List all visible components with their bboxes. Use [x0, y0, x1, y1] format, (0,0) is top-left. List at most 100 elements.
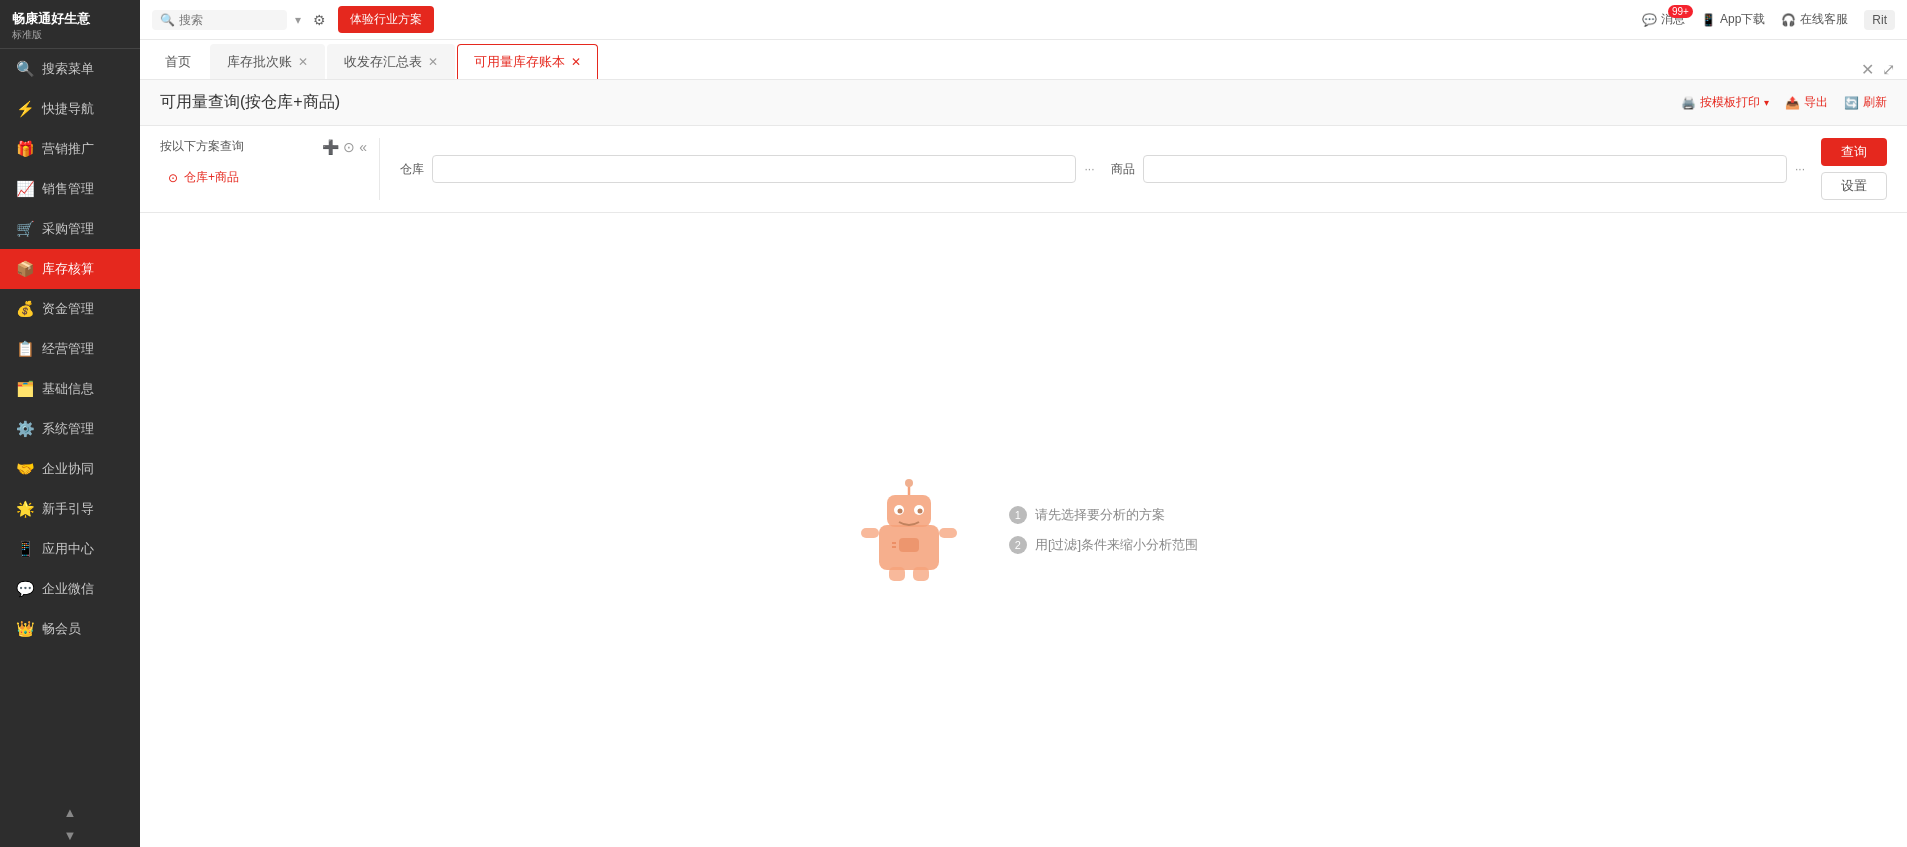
setting-button[interactable]: 设置	[1821, 172, 1887, 200]
user-name: Rit	[1872, 13, 1887, 27]
query-button[interactable]: 查询	[1821, 138, 1887, 166]
tab-batch[interactable]: 库存批次账 ✕	[210, 44, 325, 79]
handshake-icon: 🤝	[16, 460, 34, 478]
sidebar-item-system[interactable]: ⚙️ 系统管理	[0, 409, 140, 449]
export-label: 导出	[1804, 94, 1828, 111]
topbar-search-box[interactable]: 🔍	[152, 10, 287, 30]
crown-icon: 👑	[16, 620, 34, 638]
tab-available[interactable]: 可用量库存账本 ✕	[457, 44, 598, 79]
empty-tip-2: 2 用[过滤]条件来缩小分析范围	[1009, 536, 1198, 554]
message-button[interactable]: 💬 消息 99+	[1642, 11, 1685, 28]
dropdown-chevron-icon[interactable]: ▾	[295, 13, 301, 27]
sidebar-item-purchase[interactable]: 🛒 采购管理	[0, 209, 140, 249]
main-content: 🔍 ▾ ⚙ 体验行业方案 💬 消息 99+ 📱 App下载 🎧 在线客服 Rit	[140, 0, 1907, 847]
print-dropdown-icon[interactable]: ▾	[1764, 97, 1769, 108]
refresh-label: 刷新	[1863, 94, 1887, 111]
refresh-icon: 🔄	[1844, 96, 1859, 110]
tab-batch-close-icon[interactable]: ✕	[298, 55, 308, 69]
add-scheme-icon[interactable]: ➕	[322, 139, 339, 155]
topbar: 🔍 ▾ ⚙ 体验行业方案 💬 消息 99+ 📱 App下载 🎧 在线客服 Rit	[140, 0, 1907, 40]
sidebar-item-shortcut[interactable]: ⚡ 快捷导航	[0, 89, 140, 129]
sidebar-item-apps[interactable]: 📱 应用中心	[0, 529, 140, 569]
sidebar-item-finance[interactable]: 💰 资金管理	[0, 289, 140, 329]
filter-fields-panel: 仓库 ··· 商品 ··· 查询 设置	[380, 138, 1887, 200]
sidebar-item-wechat[interactable]: 💬 企业微信	[0, 569, 140, 609]
phone-icon: 📱	[1701, 13, 1716, 27]
warehouse-input[interactable]	[432, 155, 1076, 183]
tab-window-actions: ✕ ⤢	[1849, 60, 1907, 79]
tab-home-label: 首页	[165, 53, 191, 71]
manage-scheme-icon[interactable]: ⊙	[343, 139, 355, 155]
sidebar-item-label: 营销推广	[42, 140, 94, 158]
export-button[interactable]: 📤 导出	[1785, 94, 1828, 111]
sidebar-item-label: 搜索菜单	[42, 60, 94, 78]
tab-available-close-icon[interactable]: ✕	[571, 55, 581, 69]
filter-scheme-panel: 按以下方案查询 ➕ ⊙ « ⊙ 仓库+商品	[160, 138, 380, 200]
tab-summary[interactable]: 收发存汇总表 ✕	[327, 44, 455, 79]
filter-scheme-header: 按以下方案查询 ➕ ⊙ «	[160, 138, 367, 155]
page-header: 可用量查询(按仓库+商品) 🖨️ 按模板打印 ▾ 📤 导出 🔄 刷新	[140, 80, 1907, 126]
svg-point-4	[897, 509, 902, 514]
content-area: 1 请先选择要分析的方案 2 用[过滤]条件来缩小分析范围	[140, 213, 1907, 847]
sidebar: 畅康通好生意 标准版 🔍 搜索菜单 ⚡ 快捷导航 🎁 营销推广 📈 销售管理 🛒…	[0, 0, 140, 847]
sidebar-item-label: 新手引导	[42, 500, 94, 518]
expand-window-icon[interactable]: ⤢	[1882, 60, 1895, 79]
clipboard-icon: 📋	[16, 340, 34, 358]
print-template-button[interactable]: 🖨️ 按模板打印 ▾	[1681, 94, 1769, 111]
filter-scheme-label: 按以下方案查询	[160, 138, 244, 155]
sidebar-item-label: 经营管理	[42, 340, 94, 358]
sidebar-item-label: 销售管理	[42, 180, 94, 198]
warehouse-filter-field: 仓库 ···	[400, 155, 1095, 183]
sidebar-item-inventory[interactable]: 📦 库存核算	[0, 249, 140, 289]
industry-solution-button[interactable]: 体验行业方案	[338, 6, 434, 33]
service-label: 在线客服	[1800, 11, 1848, 28]
sidebar-item-basic[interactable]: 🗂️ 基础信息	[0, 369, 140, 409]
filter-scheme-item-warehouse-goods[interactable]: ⊙ 仓库+商品	[160, 163, 367, 192]
money-icon: 💰	[16, 300, 34, 318]
sidebar-item-label: 畅会员	[42, 620, 81, 638]
sidebar-item-newbie[interactable]: 🌟 新手引导	[0, 489, 140, 529]
scheme-label: 仓库+商品	[184, 169, 239, 186]
tab-home[interactable]: 首页	[148, 44, 208, 79]
goods-label: 商品	[1111, 161, 1135, 178]
sidebar-item-search[interactable]: 🔍 搜索菜单	[0, 49, 140, 89]
goods-more-icon[interactable]: ···	[1795, 162, 1805, 176]
message-badge: 99+	[1668, 5, 1693, 18]
phone-icon: 📱	[16, 540, 34, 558]
warehouse-more-icon[interactable]: ···	[1084, 162, 1094, 176]
sidebar-item-member[interactable]: 👑 畅会员	[0, 609, 140, 649]
sidebar-scroll-down[interactable]: ▼	[0, 824, 140, 847]
filter-scheme-actions: ➕ ⊙ «	[322, 139, 367, 155]
sidebar-item-label: 采购管理	[42, 220, 94, 238]
warehouse-label: 仓库	[400, 161, 424, 178]
app-edition: 标准版	[12, 28, 128, 42]
tab-bar: 首页 库存批次账 ✕ 收发存汇总表 ✕ 可用量库存账本 ✕ ✕ ⤢	[140, 40, 1907, 80]
svg-rect-8	[861, 528, 879, 538]
settings-gear-icon[interactable]: ⚙	[313, 12, 326, 28]
sidebar-item-operation[interactable]: 📋 经营管理	[0, 329, 140, 369]
svg-rect-11	[913, 567, 929, 581]
goods-input[interactable]	[1143, 155, 1787, 183]
online-service-button[interactable]: 🎧 在线客服	[1781, 11, 1848, 28]
refresh-button[interactable]: 🔄 刷新	[1844, 94, 1887, 111]
goods-filter-field: 商品 ···	[1111, 155, 1806, 183]
sidebar-item-sales[interactable]: 📈 销售管理	[0, 169, 140, 209]
sidebar-item-marketing[interactable]: 🎁 营销推广	[0, 129, 140, 169]
sidebar-item-corp[interactable]: 🤝 企业协同	[0, 449, 140, 489]
app-download-button[interactable]: 📱 App下载	[1701, 11, 1765, 28]
lightning-icon: ⚡	[16, 100, 34, 118]
search-input[interactable]	[179, 13, 279, 27]
app-title: 畅康通好生意	[12, 10, 128, 28]
collapse-filter-icon[interactable]: «	[359, 139, 367, 155]
export-icon: 📤	[1785, 96, 1800, 110]
filter-section: 按以下方案查询 ➕ ⊙ « ⊙ 仓库+商品 仓库 ··· 商品 ··	[140, 126, 1907, 213]
user-profile-button[interactable]: Rit	[1864, 10, 1895, 30]
sidebar-item-label: 库存核算	[42, 260, 94, 278]
sidebar-item-label: 企业协同	[42, 460, 94, 478]
folder-icon: 🗂️	[16, 380, 34, 398]
close-window-icon[interactable]: ✕	[1861, 60, 1874, 79]
sidebar-scroll-up[interactable]: ▲	[0, 801, 140, 824]
svg-rect-9	[939, 528, 957, 538]
empty-robot-illustration	[849, 470, 969, 590]
tab-summary-close-icon[interactable]: ✕	[428, 55, 438, 69]
